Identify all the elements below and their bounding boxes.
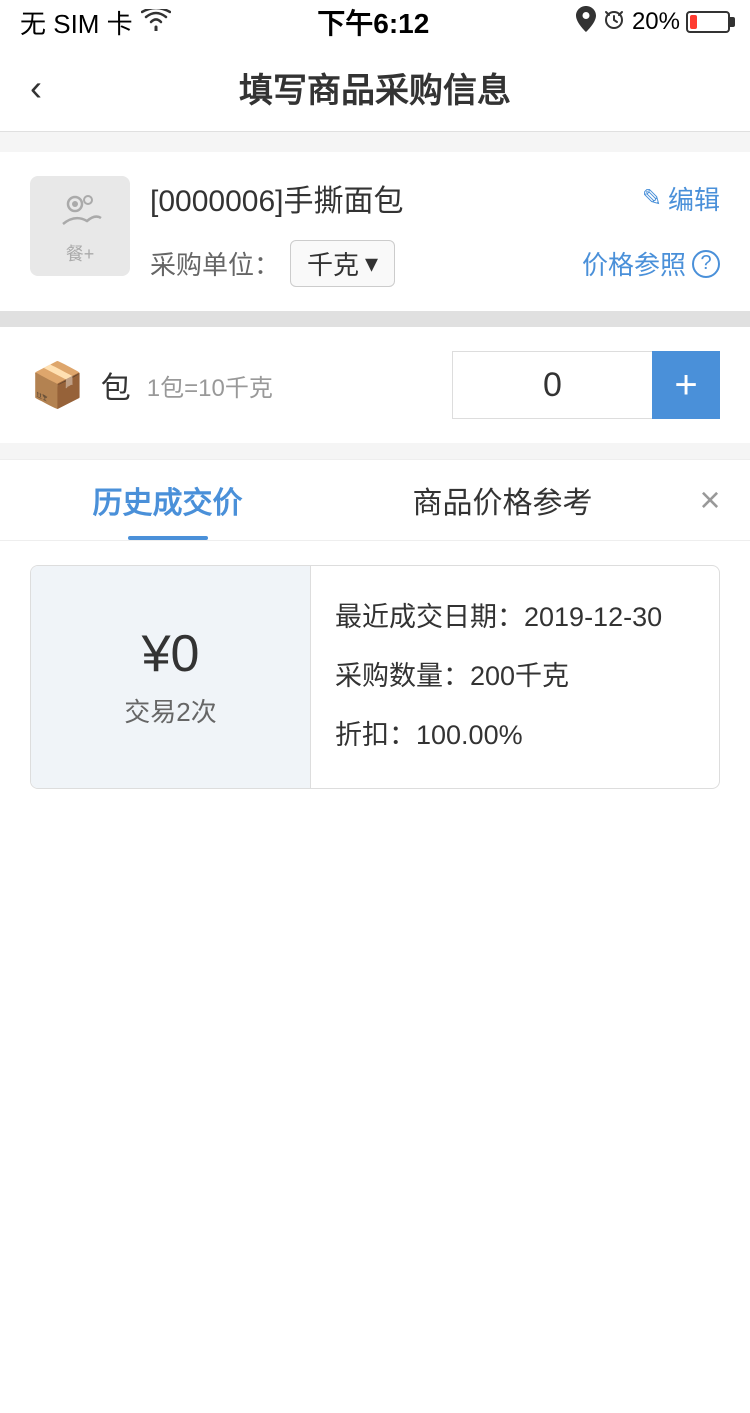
package-ratio: 1包=10千克	[147, 368, 273, 403]
price-ref-button[interactable]: 价格参照 ?	[582, 245, 720, 282]
battery-fill	[690, 15, 697, 29]
price-summary: ¥0 交易2次	[31, 566, 311, 788]
status-bar: 无 SIM 卡 下午6:12 20%	[0, 0, 750, 44]
discount-label: 折扣：	[335, 720, 416, 750]
recent-date-label: 最近成交日期：	[335, 602, 524, 632]
tab-price-ref-label: 商品价格参考	[413, 478, 593, 522]
price-details: 最近成交日期：2019-12-30 采购数量：200千克 折扣：100.00%	[311, 566, 719, 788]
tabs-header: 历史成交价 商品价格参考 ×	[0, 460, 750, 541]
wifi-icon	[141, 7, 171, 38]
close-panel-button[interactable]: ×	[670, 460, 750, 540]
product-info: [0000006]手撕面包 ✎ 编辑 采购单位： 千克 ▾ 价格参照	[150, 176, 720, 287]
quantity-left: 📦 包 1包=10千克	[30, 359, 273, 411]
price-data-panel: ¥0 交易2次 最近成交日期：2019-12-30 采购数量：200千克 折扣：…	[0, 541, 750, 813]
product-name: [0000006]手撕面包	[150, 176, 403, 220]
bottom-space	[0, 813, 750, 1413]
quantity-plus-button[interactable]: +	[652, 351, 720, 419]
quantity-input-group: +	[452, 351, 720, 419]
location-icon	[576, 6, 596, 39]
unit-row: 采购单位： 千克 ▾ 价格参照 ?	[150, 240, 720, 287]
trade-count: 交易2次	[124, 692, 216, 729]
tab-active-indicator	[128, 536, 208, 540]
price-card: ¥0 交易2次 最近成交日期：2019-12-30 采购数量：200千克 折扣：…	[30, 565, 720, 789]
status-time: 下午6:12	[317, 2, 429, 42]
quantity-row: 📦 包 1包=10千克 +	[0, 327, 750, 443]
discount-value: 100.00%	[416, 720, 523, 750]
unit-left: 采购单位： 千克 ▾	[150, 240, 395, 287]
dropdown-arrow-icon: ▾	[365, 248, 378, 279]
carrier-text: 无 SIM 卡	[20, 4, 133, 41]
product-top: 餐+ [0000006]手撕面包 ✎ 编辑 采购单位： 千克 ▾	[30, 176, 720, 287]
price-ref-label: 价格参照	[582, 245, 686, 282]
battery-icon	[686, 11, 730, 33]
recent-date-row: 最近成交日期：2019-12-30	[335, 596, 695, 639]
tab-history-price[interactable]: 历史成交价	[0, 460, 335, 540]
unit-label: 采购单位：	[150, 245, 280, 282]
price-number: 0	[171, 625, 200, 683]
status-right: 20%	[576, 6, 730, 39]
quantity-input[interactable]	[452, 351, 652, 419]
status-left: 无 SIM 卡	[20, 4, 171, 41]
product-name-row: [0000006]手撕面包 ✎ 编辑	[150, 176, 720, 220]
edit-icon: ✎	[642, 184, 662, 213]
tab-price-ref[interactable]: 商品价格参考	[335, 460, 670, 540]
page-header: ‹ 填写商品采购信息	[0, 44, 750, 132]
purchase-qty-row: 采购数量：200千克	[335, 655, 695, 698]
section-divider	[0, 311, 750, 327]
price-panel: 历史成交价 商品价格参考 × ¥0 交易2次 最近成交日期：2019-12-30…	[0, 459, 750, 813]
product-card: 餐+ [0000006]手撕面包 ✎ 编辑 采购单位： 千克 ▾	[0, 152, 750, 311]
quantity-unit: 包	[101, 363, 131, 407]
thumb-label: 餐+	[66, 240, 95, 266]
help-icon: ?	[692, 250, 720, 278]
battery-percent: 20%	[632, 8, 680, 36]
tab-history-label: 历史成交价	[93, 478, 243, 522]
purchase-qty-label: 采购数量：	[335, 661, 470, 691]
edit-button[interactable]: ✎ 编辑	[642, 180, 720, 217]
discount-row: 折扣：100.00%	[335, 714, 695, 757]
product-thumbnail: 餐+	[30, 176, 130, 276]
back-button[interactable]: ‹	[30, 67, 42, 109]
unit-select[interactable]: 千克 ▾	[290, 240, 395, 287]
alarm-icon	[602, 7, 626, 38]
price-amount: ¥0	[142, 624, 200, 684]
purchase-qty-value: 200千克	[470, 661, 569, 691]
edit-label: 编辑	[668, 180, 720, 217]
yen-symbol: ¥	[142, 625, 171, 683]
unit-value: 千克	[307, 245, 359, 282]
package-icon: 📦	[30, 359, 85, 411]
recent-date-value: 2019-12-30	[524, 602, 662, 632]
page-title: 填写商品采购信息	[239, 63, 511, 112]
